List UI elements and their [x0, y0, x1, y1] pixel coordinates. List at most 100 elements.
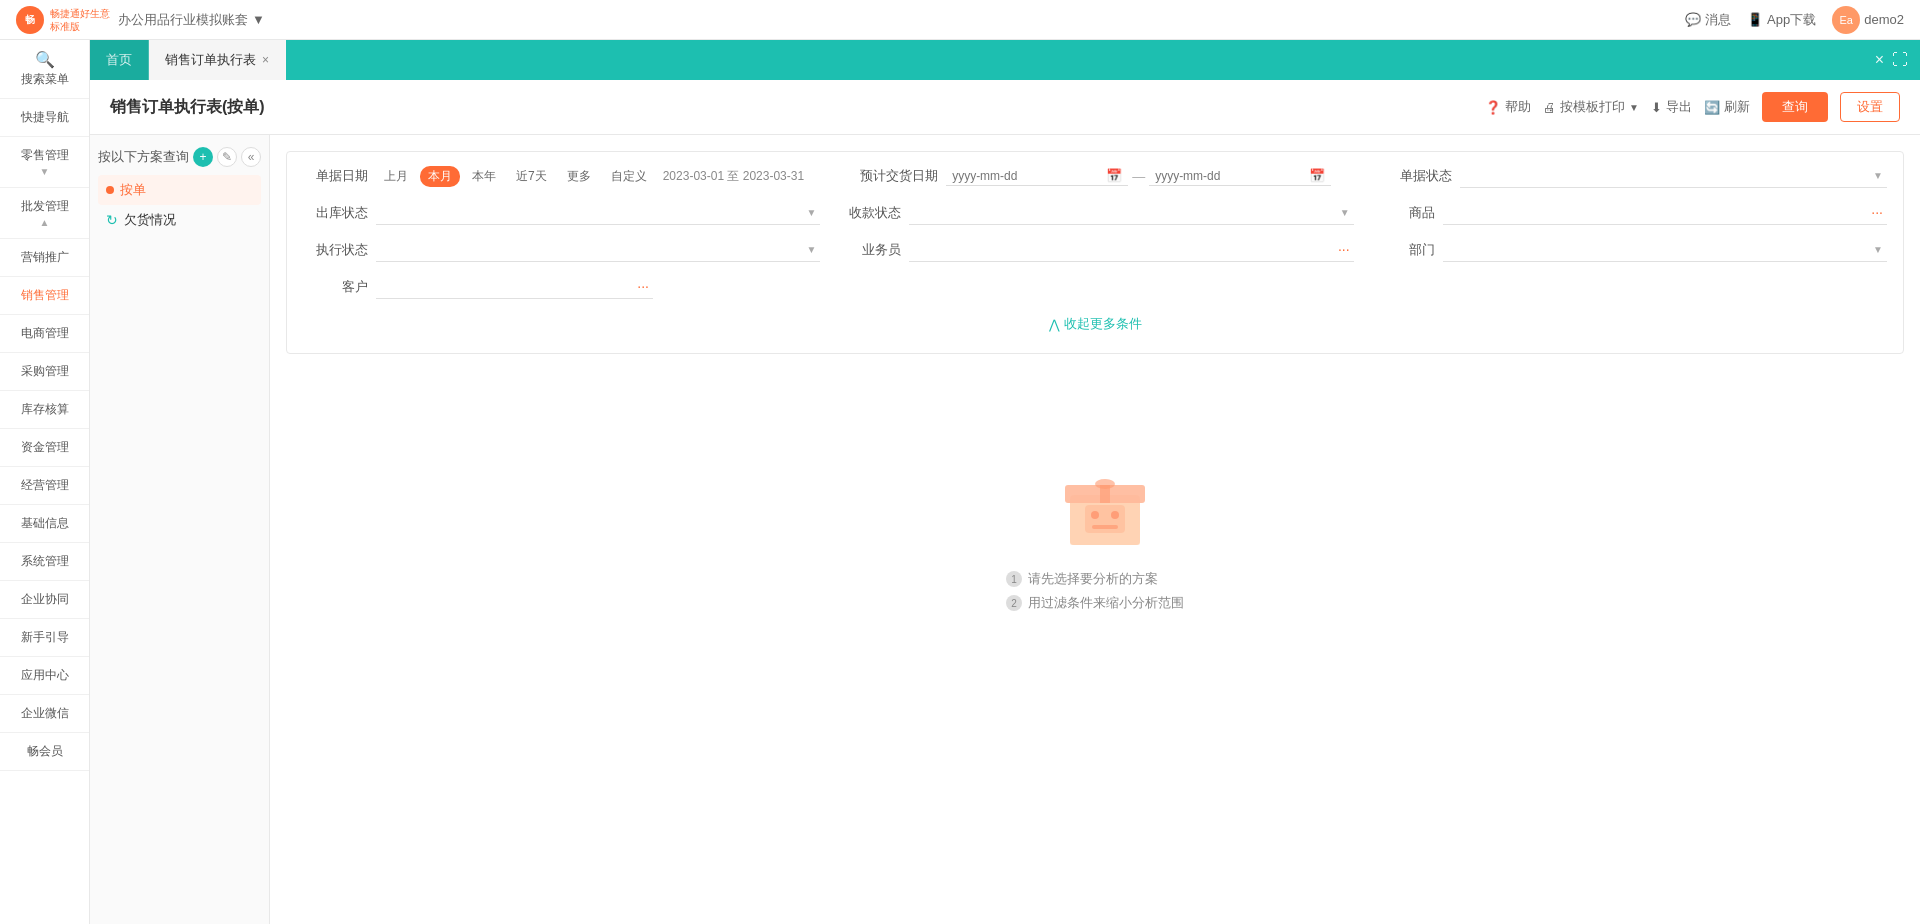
dept-field[interactable] — [1447, 242, 1873, 257]
sidebar-item-operations[interactable]: 经营管理 — [0, 467, 89, 505]
split-layout: 按以下方案查询 + ✎ « — [90, 135, 1920, 924]
refresh-btn[interactable]: 🔄 刷新 — [1704, 98, 1750, 116]
customer-dots[interactable]: ··· — [637, 278, 649, 294]
sidebar-label-marketing: 营销推广 — [21, 249, 69, 266]
sidebar-item-corp-wechat[interactable]: 企业微信 — [0, 695, 89, 733]
collect-status-item: 收款状态 ▼ — [836, 200, 1353, 225]
salesman-field[interactable] — [913, 242, 1338, 257]
template-print-btn[interactable]: 🖨 按模板打印 ▼ — [1543, 98, 1639, 116]
status-input-field[interactable] — [1464, 168, 1873, 183]
date-tab-custom[interactable]: 自定义 — [603, 166, 655, 187]
exec-status-arrow[interactable]: ▼ — [806, 244, 816, 255]
page-inner: 销售订单执行表(按单) ❓ 帮助 🖨 按模板打印 ▼ ⬇ — [90, 80, 1920, 924]
sidebar-label-wholesale: 批发管理 — [21, 198, 69, 215]
header-right: 💬 消息 📱 App下载 Ea demo2 — [1685, 6, 1904, 34]
out-status-field[interactable] — [380, 205, 806, 220]
date-label: 单据日期 — [303, 167, 368, 185]
industry-label: 办公用品行业模拟账套 — [118, 11, 248, 29]
empty-steps: 1 请先选择要分析的方案 2 用过滤条件来缩小分析范围 — [1006, 570, 1184, 618]
sidebar-item-quick-nav[interactable]: 快捷导航 — [0, 99, 89, 137]
collapse-panel-btn[interactable]: « — [241, 147, 261, 167]
sidebar-item-ecommerce[interactable]: 电商管理 — [0, 315, 89, 353]
empty-step-1: 1 请先选择要分析的方案 — [1006, 570, 1184, 588]
search-menu-icon: 🔍 — [35, 50, 55, 69]
refresh-icon: 🔄 — [1704, 100, 1720, 115]
sidebar-item-newbie[interactable]: 新手引导 — [0, 619, 89, 657]
salesman-dots[interactable]: ··· — [1338, 241, 1350, 257]
collapse-btn[interactable]: ⋀ 收起更多条件 — [303, 307, 1887, 341]
calendar-end-icon[interactable]: 📅 — [1309, 168, 1325, 183]
message-btn[interactable]: 💬 消息 — [1685, 11, 1731, 29]
collect-status-arrow[interactable]: ▼ — [1340, 207, 1350, 218]
empty-illustration — [1045, 450, 1165, 550]
tab-sales-exec[interactable]: 销售订单执行表 × — [149, 40, 286, 80]
expand-btn[interactable]: ⛶ — [1892, 51, 1908, 69]
out-status-arrow[interactable]: ▼ — [806, 207, 816, 218]
date-tab-last-month[interactable]: 上月 — [376, 166, 416, 187]
user-area[interactable]: Ea demo2 — [1832, 6, 1904, 34]
sidebar-item-wholesale[interactable]: 批发管理 ▲ — [0, 188, 89, 239]
sidebar-item-inventory[interactable]: 库存核算 — [0, 391, 89, 429]
expected-date-item: 预计交货日期 📅 — 📅 — [860, 166, 1331, 186]
sidebar-item-search-menu[interactable]: 🔍 搜索菜单 — [0, 40, 89, 99]
date-separator: — — [1128, 169, 1149, 184]
sidebar-label-search: 搜索菜单 — [21, 71, 69, 88]
industry-selector[interactable]: 办公用品行业模拟账套 ▼ — [118, 11, 265, 29]
date-tab-7days[interactable]: 近7天 — [508, 166, 555, 187]
sidebar-item-retail[interactable]: 零售管理 ▼ — [0, 137, 89, 188]
sidebar-label-purchase: 采购管理 — [21, 363, 69, 380]
sidebar-item-marketing[interactable]: 营销推广 — [0, 239, 89, 277]
out-status-item: 出库状态 ▼ — [303, 200, 820, 225]
date-tab-more[interactable]: 更多 — [559, 166, 599, 187]
scheme-owed[interactable]: ↻ 欠货情况 — [98, 205, 261, 235]
sidebar-item-member[interactable]: 畅会员 — [0, 733, 89, 771]
tab-home-label: 首页 — [106, 51, 132, 69]
date-tab-this-year[interactable]: 本年 — [464, 166, 504, 187]
date-tab-this-month[interactable]: 本月 — [420, 166, 460, 187]
filter-row-3: 执行状态 ▼ 业务员 — [303, 237, 1887, 262]
filter-row-date: 单据日期 上月 本月 本年 近7天 更多 自定义 — [303, 164, 1887, 188]
close-all-btn[interactable]: × — [1875, 51, 1884, 69]
export-btn[interactable]: ⬇ 导出 — [1651, 98, 1692, 116]
sidebar-item-finance[interactable]: 资金管理 — [0, 429, 89, 467]
sidebar-item-enterprise[interactable]: 企业协同 — [0, 581, 89, 619]
expected-date-end-input[interactable] — [1155, 169, 1305, 183]
tab-bar: 首页 销售订单执行表 × × ⛶ — [90, 40, 1920, 80]
customer-field[interactable] — [380, 279, 637, 294]
sidebar-item-purchase[interactable]: 采购管理 — [0, 353, 89, 391]
page-title: 销售订单执行表(按单) — [110, 97, 265, 118]
collect-status-label: 收款状态 — [836, 204, 901, 222]
goods-field[interactable] — [1447, 205, 1872, 220]
industry-arrow: ▼ — [252, 12, 265, 27]
exec-status-field[interactable] — [380, 242, 806, 257]
sidebar-item-app-center[interactable]: 应用中心 — [0, 657, 89, 695]
dept-item: 部门 ▼ — [1370, 237, 1887, 262]
left-panel-actions: + ✎ « — [193, 147, 261, 167]
sidebar-item-sales[interactable]: 销售管理 — [0, 277, 89, 315]
expected-date-start-input[interactable] — [952, 169, 1102, 183]
status-arrow-icon[interactable]: ▼ — [1873, 170, 1883, 181]
page-header: 销售订单执行表(按单) ❓ 帮助 🖨 按模板打印 ▼ ⬇ — [90, 80, 1920, 135]
svg-point-4 — [1095, 479, 1115, 489]
calendar-start-icon[interactable]: 📅 — [1106, 168, 1122, 183]
goods-dots[interactable]: ··· — [1871, 204, 1883, 220]
scheme-by-order[interactable]: 按单 — [98, 175, 261, 205]
step-1-text: 请先选择要分析的方案 — [1028, 570, 1158, 588]
sidebar-item-basics[interactable]: 基础信息 — [0, 505, 89, 543]
left-panel: 按以下方案查询 + ✎ « — [90, 135, 270, 924]
dept-arrow[interactable]: ▼ — [1873, 244, 1883, 255]
edit-scheme-btn[interactable]: ✎ — [217, 147, 237, 167]
add-scheme-btn[interactable]: + — [193, 147, 213, 167]
logo-text: 畅捷通好生意 标准版 — [50, 7, 110, 33]
template-print-label: 按模板打印 — [1560, 98, 1625, 116]
query-button[interactable]: 查询 — [1762, 92, 1828, 122]
tab-home[interactable]: 首页 — [90, 40, 149, 80]
tab-close-icon[interactable]: × — [262, 53, 269, 67]
customer-input: ··· — [376, 274, 653, 299]
settings-button[interactable]: 设置 — [1840, 92, 1900, 122]
sidebar-item-system[interactable]: 系统管理 — [0, 543, 89, 581]
help-btn[interactable]: ❓ 帮助 — [1485, 98, 1531, 116]
collect-status-field[interactable] — [913, 205, 1339, 220]
app-download-btn[interactable]: 📱 App下载 — [1747, 11, 1816, 29]
svg-point-6 — [1091, 511, 1099, 519]
